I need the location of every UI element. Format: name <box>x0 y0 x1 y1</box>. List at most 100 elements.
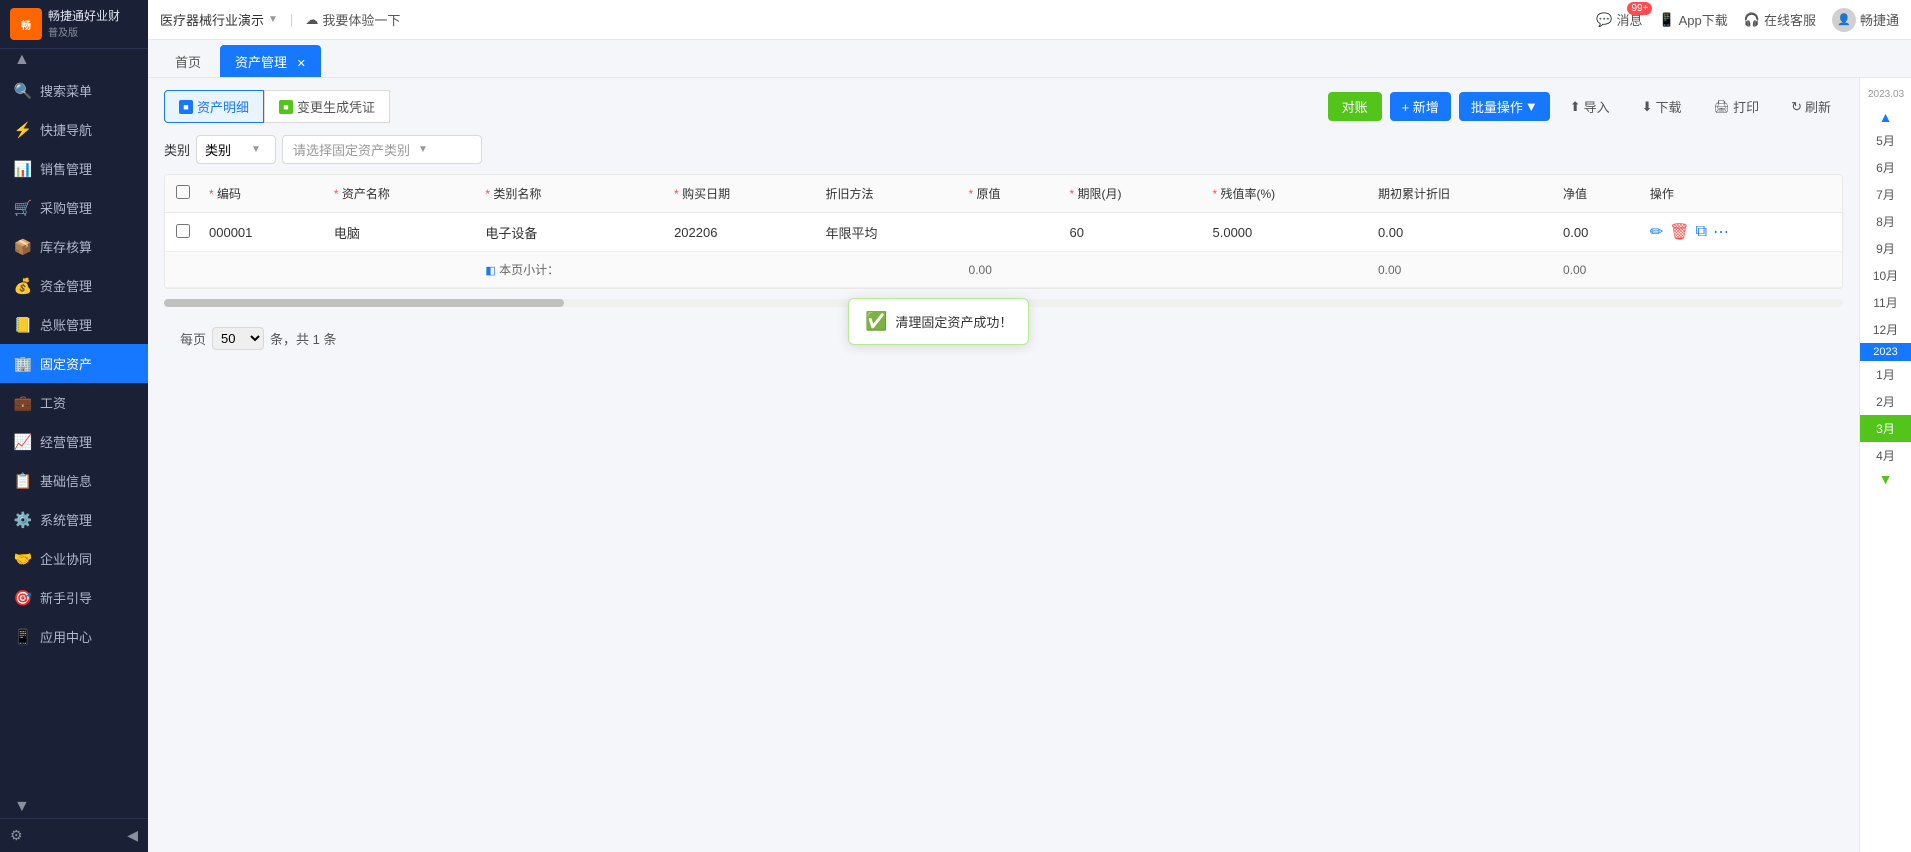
print-button[interactable]: 🖨 打印 <box>1702 92 1772 121</box>
per-page-select[interactable]: 50 100 <box>212 327 264 350</box>
asset-detail-icon: ■ <box>179 100 193 114</box>
tab-close-icon[interactable]: ✕ <box>297 58 306 70</box>
purchase-icon: 🛒 <box>14 199 32 217</box>
calendar-month-11[interactable]: 11月 <box>1860 289 1911 316</box>
import-button[interactable]: ⬆ 导入 <box>1558 92 1622 121</box>
cell-original-value <box>961 213 1062 252</box>
sub-tab-voucher-gen[interactable]: ■ 变更生成凭证 <box>264 90 390 123</box>
content: ■ 资产明细 ■ 变更生成凭证 对账 + 新增 批量操作 ▼ ⬆ <box>148 78 1911 852</box>
funds-icon: 💰 <box>14 277 32 295</box>
sidebar-item-system[interactable]: ⚙️ 系统管理 <box>0 500 148 539</box>
sidebar-item-label: 快捷导航 <box>40 120 92 139</box>
sidebar-item-purchase[interactable]: 🛒 采购管理 <box>0 188 148 227</box>
sidebar-item-search[interactable]: 🔍 搜索菜单 <box>0 71 148 110</box>
sidebar-item-quick-nav[interactable]: ⚡ 快捷导航 <box>0 110 148 149</box>
collapse-icon[interactable]: ◀ <box>127 827 138 844</box>
online-service-btn[interactable]: 🎧 在线客服 <box>1744 10 1816 29</box>
horizontal-scrollbar-thumb[interactable] <box>164 299 564 307</box>
header-original-value: * 原值 <box>961 175 1062 213</box>
calendar-month-9[interactable]: 9月 <box>1860 235 1911 262</box>
sidebar-item-ledger[interactable]: 📒 总账管理 <box>0 305 148 344</box>
header-name: * 资产名称 <box>326 175 477 213</box>
cell-operations: ✏ 🗑 ⧉ ⋯ <box>1642 213 1842 252</box>
refresh-label: 刷新 <box>1805 97 1831 116</box>
calendar-panel: 2023.03 ✕ ⛶ ▲ 5月 6月 7月 8月 9月 10月 11月 12月… <box>1859 78 1911 852</box>
calendar-header: 2023.03 ✕ ⛶ <box>1860 82 1911 107</box>
cell-initial-depreciation: 0.00 <box>1370 213 1555 252</box>
app-logo-icon: 畅 <box>10 8 42 40</box>
sidebar-item-label: 搜索菜单 <box>40 81 92 100</box>
tabbar: 首页 资产管理 ✕ <box>148 40 1911 78</box>
sidebar-item-enterprise[interactable]: 🤝 企业协同 <box>0 539 148 578</box>
sidebar-item-label: 系统管理 <box>40 510 92 529</box>
calendar-month-1[interactable]: 1月 <box>1860 361 1911 388</box>
calendar-month-10[interactable]: 10月 <box>1860 262 1911 289</box>
total-label: 条，共 1 条 <box>270 329 336 348</box>
user-profile-btn[interactable]: 👤 畅捷通 <box>1832 8 1899 32</box>
sub-tab-asset-detail[interactable]: ■ 资产明细 <box>164 90 264 123</box>
calendar-month-7[interactable]: 7月 <box>1860 181 1911 208</box>
cell-code: 000001 <box>201 213 326 252</box>
calendar-month-3-current[interactable]: 3月 <box>1860 415 1911 442</box>
calendar-month-6[interactable]: 6月 <box>1860 154 1911 181</box>
sidebar-item-fixed-assets[interactable]: 🏢 固定资产 <box>0 344 148 383</box>
header-initial-depreciation: 期初累计折旧 <box>1370 175 1555 213</box>
row-checkbox[interactable] <box>176 224 190 238</box>
sidebar-item-label: 企业协同 <box>40 549 92 568</box>
calendar-month-12[interactable]: 12月 <box>1860 316 1911 343</box>
edit-btn[interactable]: ✏ <box>1650 222 1663 242</box>
refresh-icon: ↻ <box>1791 99 1802 115</box>
experience-btn[interactable]: ☁ 我要体验一下 <box>305 10 400 29</box>
filter-asset-input[interactable]: 请选择固定资产类别 ▼ <box>282 135 482 164</box>
app-download-label: App下载 <box>1679 10 1728 29</box>
copy-btn[interactable]: ⧉ <box>1696 223 1707 241</box>
voucher-gen-icon: ■ <box>279 100 293 114</box>
calendar-up-btn[interactable]: ▲ <box>1877 107 1895 127</box>
app-download-btn[interactable]: 📱 App下载 <box>1658 10 1727 29</box>
tab-asset-mgmt[interactable]: 资产管理 ✕ <box>220 45 321 77</box>
delete-btn[interactable]: 🗑 <box>1669 222 1689 242</box>
tab-home[interactable]: 首页 <box>160 45 216 77</box>
sidebar-logo: 畅 畅捷通好业财 普及版 <box>0 0 148 49</box>
new-button[interactable]: + 新增 <box>1390 92 1451 121</box>
filter-category-select[interactable]: 类别 ▼ <box>196 135 276 164</box>
calendar-month-5[interactable]: 5月 <box>1860 127 1911 154</box>
cloud-icon: ☁ <box>305 12 318 28</box>
sidebar-scroll-down[interactable]: ▼ <box>0 796 148 818</box>
batch-ops-button[interactable]: 批量操作 ▼ <box>1459 92 1550 121</box>
calendar-month-4[interactable]: 4月 <box>1860 442 1911 469</box>
more-btn[interactable]: ⋯ <box>1713 222 1729 242</box>
company-selector[interactable]: 医疗器械行业演示 ▼ <box>160 10 278 29</box>
sidebar-item-funds[interactable]: 💰 资金管理 <box>0 266 148 305</box>
sidebar-item-inventory[interactable]: 📦 库存核算 <box>0 227 148 266</box>
header-category: * 类别名称 <box>477 175 666 213</box>
calendar-month-8[interactable]: 8月 <box>1860 208 1911 235</box>
sidebar-item-guide[interactable]: 🎯 新手引导 <box>0 578 148 617</box>
sidebar-scroll-up[interactable]: ▲ <box>0 49 148 71</box>
header-net-value: 净值 <box>1555 175 1642 213</box>
sidebar-item-sales[interactable]: 📊 销售管理 <box>0 149 148 188</box>
header-period: * 期限(月) <box>1062 175 1205 213</box>
select-all-checkbox[interactable] <box>176 185 190 199</box>
refresh-button[interactable]: ↻ 刷新 <box>1779 92 1843 121</box>
reconcile-button[interactable]: 对账 <box>1328 92 1382 121</box>
inventory-icon: 📦 <box>14 238 32 256</box>
filter-row: 类别 类别 ▼ 请选择固定资产类别 ▼ <box>164 135 1843 164</box>
sidebar-item-app-center[interactable]: 📱 应用中心 <box>0 617 148 656</box>
sidebar-item-payroll[interactable]: 💼 工资 <box>0 383 148 422</box>
batch-ops-label: 批量操作 <box>1471 97 1523 116</box>
cell-name: 电脑 <box>326 213 477 252</box>
asset-table: * 编码 * 资产名称 * 类别名称 * 购买日期 折旧方法 * 原值 * 期限… <box>164 174 1843 289</box>
settings-icon[interactable]: ⚙ <box>10 827 23 844</box>
calendar-year-month[interactable]: 2023.03 <box>1864 87 1908 102</box>
calendar-month-2[interactable]: 2月 <box>1860 388 1911 415</box>
download-button[interactable]: ⬇ 下载 <box>1630 92 1694 121</box>
sidebar-item-label: 应用中心 <box>40 627 92 646</box>
quick-nav-icon: ⚡ <box>14 121 32 139</box>
subtotal-row: ◧ 本页小计： 0.00 0.00 0.00 <box>165 252 1842 288</box>
sidebar-item-operations[interactable]: 📈 经营管理 <box>0 422 148 461</box>
row-checkbox-cell <box>165 213 201 252</box>
sidebar-item-basic-info[interactable]: 📋 基础信息 <box>0 461 148 500</box>
calendar-down-btn[interactable]: ▼ <box>1877 469 1895 489</box>
notification-btn[interactable]: 💬 消息 99+ <box>1596 10 1642 29</box>
